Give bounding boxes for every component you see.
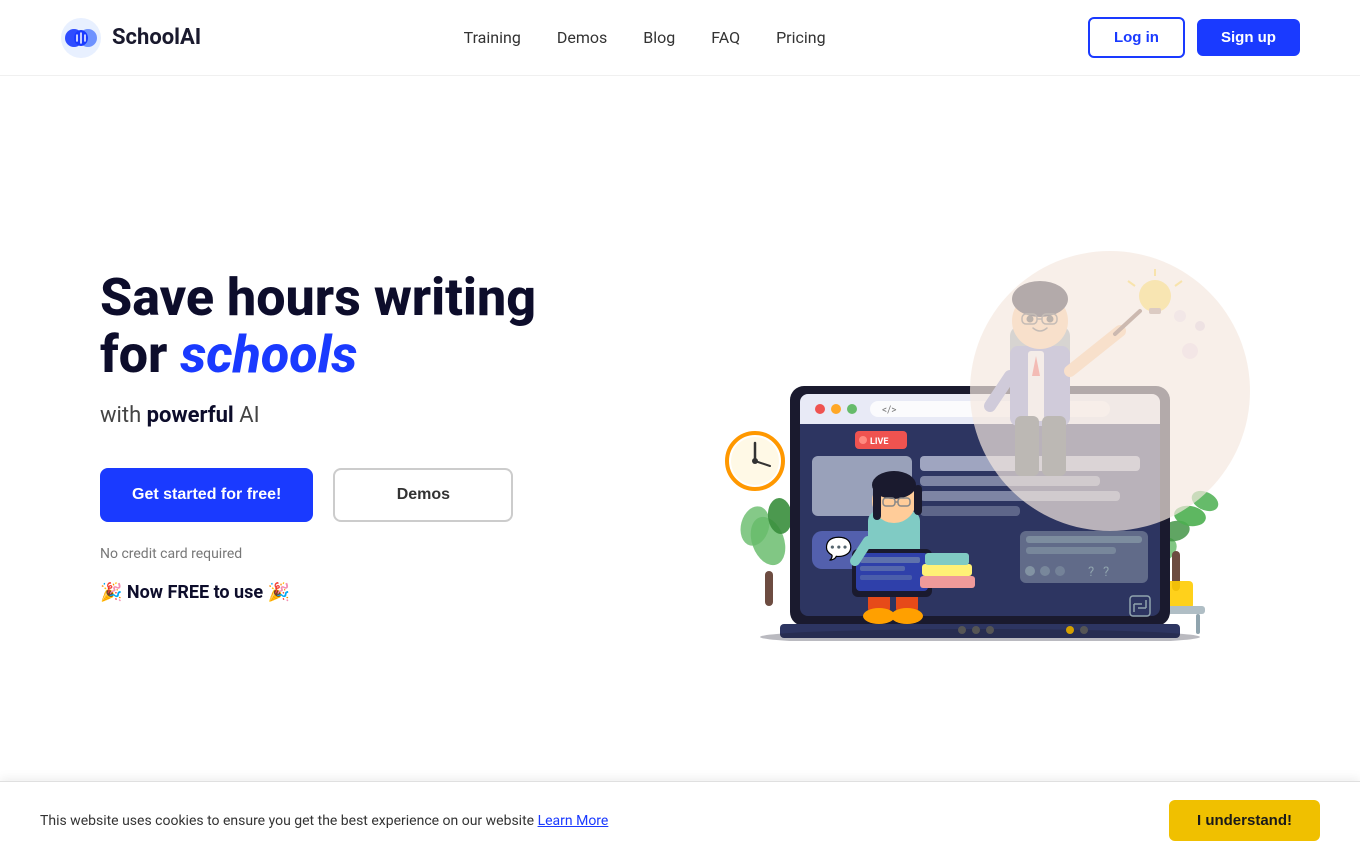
navbar: SchoolAI Training Demos Blog FAQ Pricing… (0, 0, 1360, 76)
hero-subtitle-plain: with (100, 403, 147, 428)
hero-buttons: Get started for free! Demos (100, 468, 536, 522)
hero-title-line2-plain: for (100, 324, 180, 385)
bg-circle (970, 251, 1250, 531)
get-started-button[interactable]: Get started for free! (100, 468, 313, 522)
logo[interactable]: SchoolAI (60, 17, 201, 59)
hero-section: Save hours writing for schools with powe… (0, 76, 1360, 796)
hero-subtitle-rest: AI (234, 403, 260, 428)
cookie-accept-button[interactable]: I understand! (1169, 800, 1320, 841)
hero-free-badge: 🎉 Now FREE to use 🎉 (100, 582, 536, 603)
demos-button[interactable]: Demos (333, 468, 513, 522)
logo-icon (60, 17, 102, 59)
svg-text:💬: 💬 (825, 536, 852, 562)
hero-content: Save hours writing for schools with powe… (100, 269, 536, 603)
svg-text:LIVE: LIVE (870, 437, 888, 447)
svg-text:?: ? (1103, 565, 1109, 580)
hero-subtitle-bold: powerful (147, 403, 234, 428)
hero-title-line1: Save hours writing (100, 267, 536, 328)
signup-button[interactable]: Sign up (1197, 19, 1300, 56)
cookie-banner: This website uses cookies to ensure you … (0, 781, 1360, 859)
nav-links: Training Demos Blog FAQ Pricing (464, 28, 826, 47)
nav-buttons: Log in Sign up (1088, 17, 1300, 58)
nav-link-pricing[interactable]: Pricing (776, 28, 826, 47)
cookie-text: This website uses cookies to ensure you … (40, 813, 608, 829)
cookie-message: This website uses cookies to ensure you … (40, 813, 538, 829)
nav-link-training[interactable]: Training (464, 28, 521, 47)
nav-link-demos[interactable]: Demos (557, 28, 607, 47)
nav-link-blog[interactable]: Blog (643, 28, 675, 47)
hero-note: No credit card required (100, 546, 536, 562)
nav-link-faq[interactable]: FAQ (711, 28, 740, 47)
logo-text: SchoolAI (112, 25, 201, 50)
cookie-learn-more-link[interactable]: Learn More (538, 813, 609, 829)
login-button[interactable]: Log in (1088, 17, 1185, 58)
svg-text:?: ? (1088, 565, 1094, 580)
hero-title: Save hours writing for schools (100, 269, 536, 383)
hero-subtitle: with powerful AI (100, 403, 536, 428)
hero-illustration: </> LIVE ? ? 💬 (660, 231, 1280, 641)
svg-text:</>: </> (882, 405, 896, 416)
hero-title-schools: schools (180, 324, 357, 385)
